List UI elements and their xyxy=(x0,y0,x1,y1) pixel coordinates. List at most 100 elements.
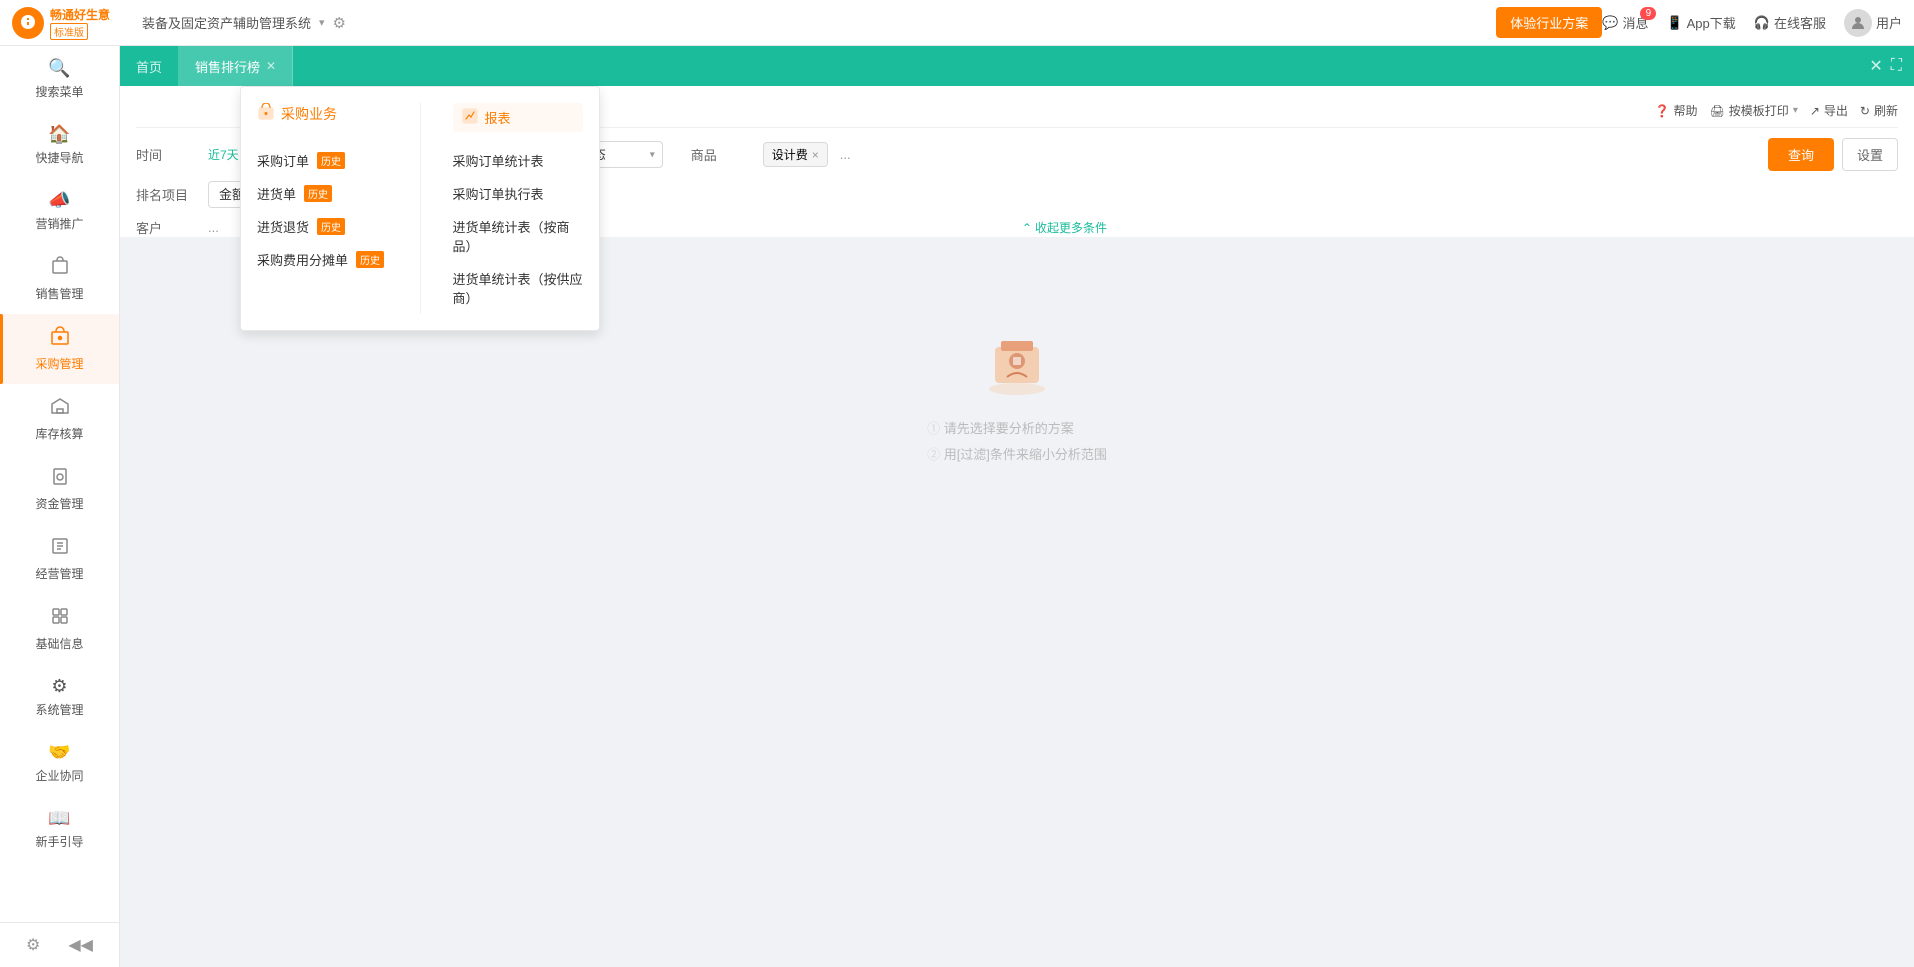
system-title-area: 装备及固定资产辅助管理系统 ▾ ⚙ xyxy=(142,13,1496,32)
query-button[interactable]: 查询 xyxy=(1768,138,1834,171)
menu-item-purchase-order-exec[interactable]: 采购订单执行表 xyxy=(453,177,584,210)
settings-icon[interactable]: ⚙ xyxy=(333,14,346,32)
tab-close-icon[interactable]: ✕ xyxy=(266,59,276,73)
base-info-icon xyxy=(50,606,70,631)
sidebar-item-enterprise[interactable]: 🤝 企业协同 xyxy=(0,730,119,796)
menu-item-purchase-order[interactable]: 采购订单 历史 xyxy=(257,144,388,177)
sidebar-item-marketing[interactable]: 📣 营销推广 xyxy=(0,178,119,244)
empty-tip-1: 请先选择要分析的方案 xyxy=(927,416,1107,442)
tab-home-label: 首页 xyxy=(136,57,162,76)
marketing-icon: 📣 xyxy=(48,190,70,211)
collapse-button[interactable]: ⌃ 收起更多条件 xyxy=(1022,219,1107,236)
rank-item-label: 排名项目 xyxy=(136,185,196,204)
sidebar-label-inventory: 库存核算 xyxy=(35,425,83,442)
finance-icon xyxy=(50,466,70,491)
purchasing-menu-col: 采购业务 采购订单 历史 进货单 历史 进货退货 历史 采购费用分摊单 历史 xyxy=(257,103,388,314)
online-service-button[interactable]: 🎧 在线客服 xyxy=(1754,13,1826,32)
refresh-button[interactable]: ↻ 刷新 xyxy=(1860,102,1898,119)
industry-button[interactable]: 体验行业方案 xyxy=(1496,7,1602,38)
purchasing-col-title: 采购业务 xyxy=(257,103,388,132)
report-col-title: 报表 xyxy=(453,103,584,132)
main-content: 首页 销售排行榜 ✕ ✕ ⛶ ❓ 帮助 xyxy=(120,46,1914,967)
title-dropdown-arrow[interactable]: ▾ xyxy=(319,16,325,29)
sidebar-item-finance[interactable]: 资金管理 xyxy=(0,454,119,524)
sidebar-item-operations[interactable]: 经营管理 xyxy=(0,524,119,594)
sidebar-label-quick-nav: 快捷导航 xyxy=(35,149,83,166)
operations-icon xyxy=(50,536,70,561)
sidebar: 🔍 搜索菜单 🏠 快捷导航 📣 营销推广 销售管理 采购管理 xyxy=(0,46,120,967)
message-badge: 9 xyxy=(1640,7,1656,20)
goods-receipt-label: 进货单 xyxy=(257,184,296,203)
menu-divider xyxy=(420,103,421,314)
menu-item-purchase-expense[interactable]: 采购费用分摊单 历史 xyxy=(257,243,388,276)
goods-tag: 设计费 × xyxy=(763,142,828,167)
sales-icon xyxy=(50,256,70,281)
sidebar-label-operations: 经营管理 xyxy=(35,565,83,582)
settings-button[interactable]: 设置 xyxy=(1842,138,1898,171)
tab-home[interactable]: 首页 xyxy=(120,46,179,86)
purchase-order-label: 采购订单 xyxy=(257,151,309,170)
empty-illustration xyxy=(977,317,1057,400)
sidebar-collapse-icon[interactable]: ◀◀ xyxy=(68,935,93,955)
sidebar-item-base-info[interactable]: 基础信息 xyxy=(0,594,119,664)
sidebar-label-finance: 资金管理 xyxy=(35,495,83,512)
sidebar-label-search: 搜索菜单 xyxy=(35,83,83,100)
logo-icon xyxy=(12,7,44,39)
menu-item-receipt-stats-goods[interactable]: 进货单统计表（按商品） xyxy=(453,210,584,262)
goods-tag-close[interactable]: × xyxy=(812,148,819,162)
goods-label: 商品 xyxy=(691,145,751,164)
sidebar-label-sales: 销售管理 xyxy=(35,285,83,302)
sidebar-item-purchasing[interactable]: 采购管理 xyxy=(0,314,119,384)
goods-receipt-history[interactable]: 历史 xyxy=(304,185,332,202)
enterprise-icon: 🤝 xyxy=(48,742,70,763)
guide-icon: 📖 xyxy=(48,808,70,829)
menu-item-goods-return[interactable]: 进货退货 历史 xyxy=(257,210,388,243)
help-button[interactable]: ❓ 帮助 xyxy=(1655,102,1698,119)
search-icon: 🔍 xyxy=(48,58,70,79)
print-button[interactable]: 🖨 按模板打印 ▾ xyxy=(1710,102,1798,119)
menu-item-purchase-order-stats[interactable]: 采购订单统计表 xyxy=(453,144,584,177)
export-button[interactable]: ↗ 导出 xyxy=(1810,102,1848,119)
empty-tip-2: 用[过滤]条件来缩小分析范围 xyxy=(927,442,1107,468)
refresh-icon: ↻ xyxy=(1860,104,1870,118)
menu-item-receipt-stats-supplier[interactable]: 进货单统计表（按供应商） xyxy=(453,262,584,314)
bottom-settings-icon[interactable]: ⚙ xyxy=(26,935,40,955)
shortcut-7days[interactable]: 近7天 xyxy=(208,146,239,163)
tab-close-all-icon[interactable]: ✕ xyxy=(1869,56,1882,76)
tab-sales-ranking-label: 销售排行榜 xyxy=(195,57,260,76)
phone-icon: 📱 xyxy=(1666,15,1682,31)
export-icon: ↗ xyxy=(1810,104,1820,118)
top-bar: 畅通好生意 标准版 装备及固定资产辅助管理系统 ▾ ⚙ 体验行业方案 💬 消息 … xyxy=(0,0,1914,46)
home-icon: 🏠 xyxy=(48,124,70,145)
menu-item-goods-receipt[interactable]: 进货单 历史 xyxy=(257,177,388,210)
purchase-order-history[interactable]: 历史 xyxy=(317,152,345,169)
sidebar-item-sales[interactable]: 销售管理 xyxy=(0,244,119,314)
purchasing-icon xyxy=(50,326,70,351)
sidebar-item-search[interactable]: 🔍 搜索菜单 xyxy=(0,46,119,112)
sidebar-item-quick-nav[interactable]: 🏠 快捷导航 xyxy=(0,112,119,178)
sidebar-label-enterprise: 企业协同 xyxy=(35,767,83,784)
goods-return-history[interactable]: 历史 xyxy=(317,218,345,235)
purchasing-dropdown-menu: 采购业务 采购订单 历史 进货单 历史 进货退货 历史 采购费用分摊单 历史 xyxy=(240,86,600,331)
sidebar-item-system[interactable]: ⚙ 系统管理 xyxy=(0,664,119,730)
messages-button[interactable]: 💬 消息 9 xyxy=(1602,13,1648,32)
app-download-button[interactable]: 📱 App下载 xyxy=(1666,13,1735,32)
tab-expand-icon[interactable]: ⛶ xyxy=(1891,57,1902,75)
sidebar-item-guide[interactable]: 📖 新手引导 xyxy=(0,796,119,862)
user-menu-button[interactable]: 用户 xyxy=(1844,9,1902,37)
sidebar-label-base-info: 基础信息 xyxy=(35,635,83,652)
help-icon: ❓ xyxy=(1655,104,1670,118)
customer-label: 客户 xyxy=(136,218,196,237)
action-buttons: 查询 设置 xyxy=(1768,138,1898,171)
print-dropdown-icon: ▾ xyxy=(1793,105,1798,116)
tab-bar: 首页 销售排行榜 ✕ ✕ ⛶ xyxy=(120,46,1914,86)
purchase-expense-history[interactable]: 历史 xyxy=(356,251,384,268)
sidebar-item-inventory[interactable]: 库存核算 xyxy=(0,384,119,454)
system-title-text: 装备及固定资产辅助管理系统 xyxy=(142,13,311,32)
report-col-icon xyxy=(461,107,479,128)
goods-dots[interactable]: ... xyxy=(840,147,851,162)
sidebar-label-marketing: 营销推广 xyxy=(35,215,83,232)
customer-dots[interactable]: ... xyxy=(208,220,219,235)
inventory-icon xyxy=(50,396,70,421)
tab-sales-ranking[interactable]: 销售排行榜 ✕ xyxy=(179,46,293,86)
